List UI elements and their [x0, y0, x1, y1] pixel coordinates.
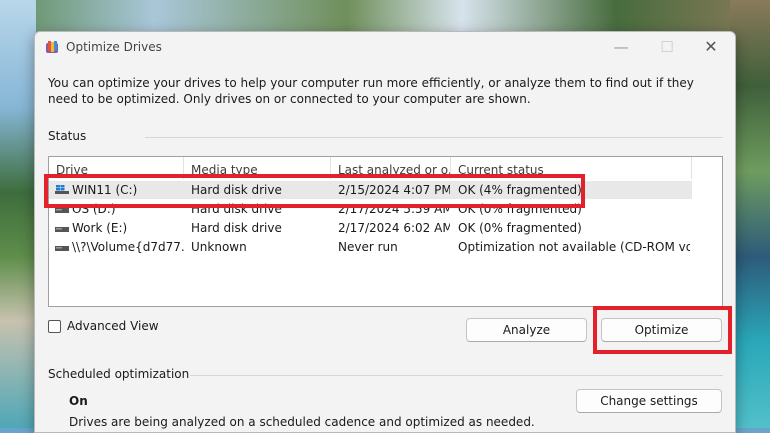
scheduled-optimization-label: Scheduled optimization: [48, 367, 190, 381]
advanced-view-checkbox[interactable]: [48, 320, 61, 333]
title-bar: Optimize Drives — ☐ ✕: [35, 32, 735, 62]
desktop-background-top: [0, 0, 770, 32]
schedule-state: On: [69, 394, 88, 408]
drive-name: \\?\Volume{d7d77...: [72, 240, 184, 254]
optimize-drives-window: Optimize Drives — ☐ ✕ You can optimize y…: [34, 31, 736, 433]
change-settings-button[interactable]: Change settings: [576, 389, 722, 413]
scheduled-divider: [190, 375, 723, 376]
last-analyzed: Never run: [338, 240, 398, 254]
analyze-button[interactable]: Analyze: [466, 318, 587, 342]
drive-icon: [55, 227, 69, 232]
window-title: Optimize Drives: [66, 40, 162, 54]
current-status: Optimization not available (CD-ROM volu.…: [458, 240, 690, 254]
current-status: OK (0% fragmented): [458, 221, 582, 235]
media-type: Unknown: [191, 240, 247, 254]
status-section-label: Status: [48, 129, 87, 143]
maximize-button[interactable]: ☐: [647, 36, 687, 60]
status-divider: [145, 137, 723, 138]
close-button[interactable]: ✕: [691, 36, 731, 60]
drive-icon: [55, 246, 69, 251]
drive-name: Work (E:): [72, 221, 128, 235]
schedule-description: Drives are being analyzed on a scheduled…: [69, 415, 535, 429]
desktop-background-left: [0, 0, 36, 428]
drive-row-e[interactable]: Work (E:) Hard disk drive 2/17/2024 6:02…: [49, 219, 692, 237]
drive-row-volume[interactable]: \\?\Volume{d7d77... Unknown Never run Op…: [49, 238, 692, 256]
last-analyzed: 2/17/2024 6:02 AM: [338, 221, 450, 235]
description-text: You can optimize your drives to help you…: [48, 76, 694, 106]
advanced-view-label[interactable]: Advanced View: [67, 319, 159, 333]
desktop-background-right: [730, 0, 770, 428]
minimize-button[interactable]: —: [601, 36, 641, 60]
highlight-optimize-button: [593, 306, 732, 354]
highlight-drive-c: [44, 174, 585, 208]
media-type: Hard disk drive: [191, 221, 282, 235]
optimize-drives-app-icon: [46, 41, 58, 53]
